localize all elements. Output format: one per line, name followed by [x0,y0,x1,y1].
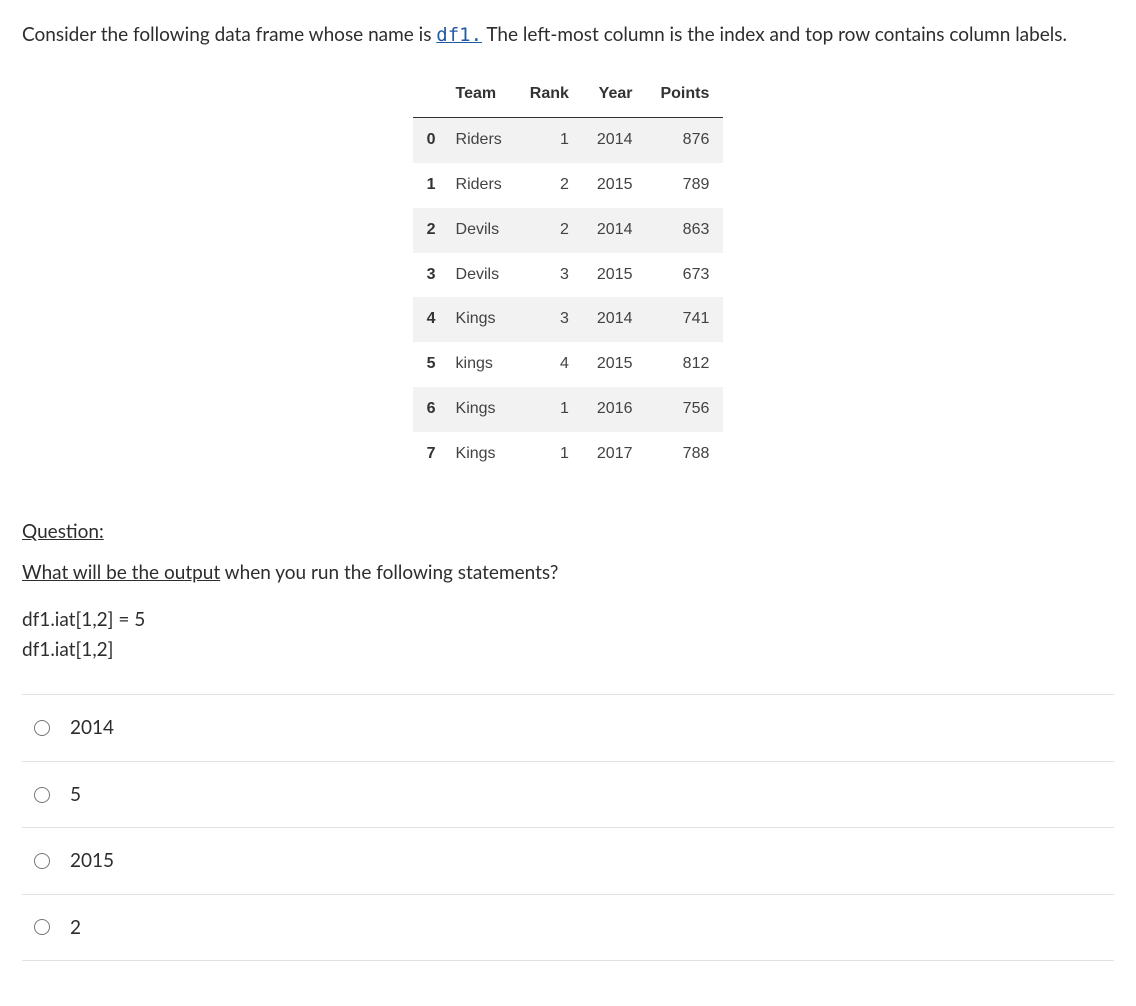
col-header-year: Year [583,72,647,117]
answer-option[interactable]: 2014 [22,695,1114,761]
cell-rank: 2 [516,163,583,208]
intro-before: Consider the following data frame whose … [22,23,436,46]
cell-team: kings [450,342,516,387]
cell-team: Riders [450,118,516,163]
question-text-underlined: What will be the output [22,561,220,584]
cell-points: 741 [646,297,723,342]
cell-points: 812 [646,342,723,387]
cell-year: 2015 [583,253,647,298]
table-row: 4 Kings 3 2014 741 [413,297,724,342]
cell-rank: 3 [516,253,583,298]
radio-input[interactable] [34,919,50,935]
code-block: df1.iat[1,2] = 5 df1.iat[1,2] [22,605,1114,664]
cell-rank: 1 [516,432,583,477]
cell-rank: 1 [516,387,583,432]
cell-team: Kings [450,387,516,432]
answer-option[interactable]: 5 [22,762,1114,828]
code-line-2: df1.iat[1,2] [22,635,1114,664]
cell-index: 2 [413,208,450,253]
col-header-index [413,72,450,117]
table-row: 1 Riders 2 2015 789 [413,163,724,208]
cell-team: Devils [450,253,516,298]
df-name: df1. [436,24,482,46]
dataframe-table: Team Rank Year Points 0 Riders 1 2014 87… [413,72,724,476]
table-row: 3 Devils 3 2015 673 [413,253,724,298]
radio-input[interactable] [34,720,50,736]
question-text-rest: when you run the following statements? [220,561,558,584]
radio-input[interactable] [34,787,50,803]
cell-index: 0 [413,118,450,163]
cell-year: 2015 [583,163,647,208]
cell-year: 2014 [583,297,647,342]
cell-points: 863 [646,208,723,253]
col-header-team: Team [450,72,516,117]
cell-points: 876 [646,118,723,163]
cell-year: 2015 [583,342,647,387]
cell-year: 2016 [583,387,647,432]
radio-input[interactable] [34,853,50,869]
cell-points: 756 [646,387,723,432]
option-label: 2014 [70,713,114,742]
cell-points: 789 [646,163,723,208]
intro-text: Consider the following data frame whose … [22,20,1114,50]
cell-points: 788 [646,432,723,477]
code-line-1: df1.iat[1,2] = 5 [22,605,1114,634]
table-row: 2 Devils 2 2014 863 [413,208,724,253]
col-header-rank: Rank [516,72,583,117]
cell-rank: 4 [516,342,583,387]
option-label: 2 [70,913,81,942]
cell-index: 1 [413,163,450,208]
table-row: 0 Riders 1 2014 876 [413,118,724,163]
cell-team: Devils [450,208,516,253]
answer-option[interactable]: 2 [22,895,1114,961]
cell-points: 673 [646,253,723,298]
cell-rank: 3 [516,297,583,342]
cell-rank: 1 [516,118,583,163]
dataframe-table-wrap: Team Rank Year Points 0 Riders 1 2014 87… [22,72,1114,476]
cell-team: Riders [450,163,516,208]
table-row: 5 kings 4 2015 812 [413,342,724,387]
cell-index: 3 [413,253,450,298]
answer-option[interactable]: 2015 [22,828,1114,894]
cell-year: 2014 [583,208,647,253]
cell-team: Kings [450,297,516,342]
question-label: Question: [22,517,1114,546]
col-header-points: Points [646,72,723,117]
cell-year: 2014 [583,118,647,163]
cell-team: Kings [450,432,516,477]
cell-index: 5 [413,342,450,387]
option-label: 5 [70,780,81,809]
answer-options: 2014 5 2015 2 [22,694,1114,961]
cell-index: 7 [413,432,450,477]
table-row: 6 Kings 1 2016 756 [413,387,724,432]
intro-after: The left-most column is the index and to… [482,23,1067,46]
cell-index: 6 [413,387,450,432]
cell-index: 4 [413,297,450,342]
question-text: What will be the output when you run the… [22,558,1114,587]
table-row: 7 Kings 1 2017 788 [413,432,724,477]
cell-rank: 2 [516,208,583,253]
option-label: 2015 [70,846,114,875]
cell-year: 2017 [583,432,647,477]
